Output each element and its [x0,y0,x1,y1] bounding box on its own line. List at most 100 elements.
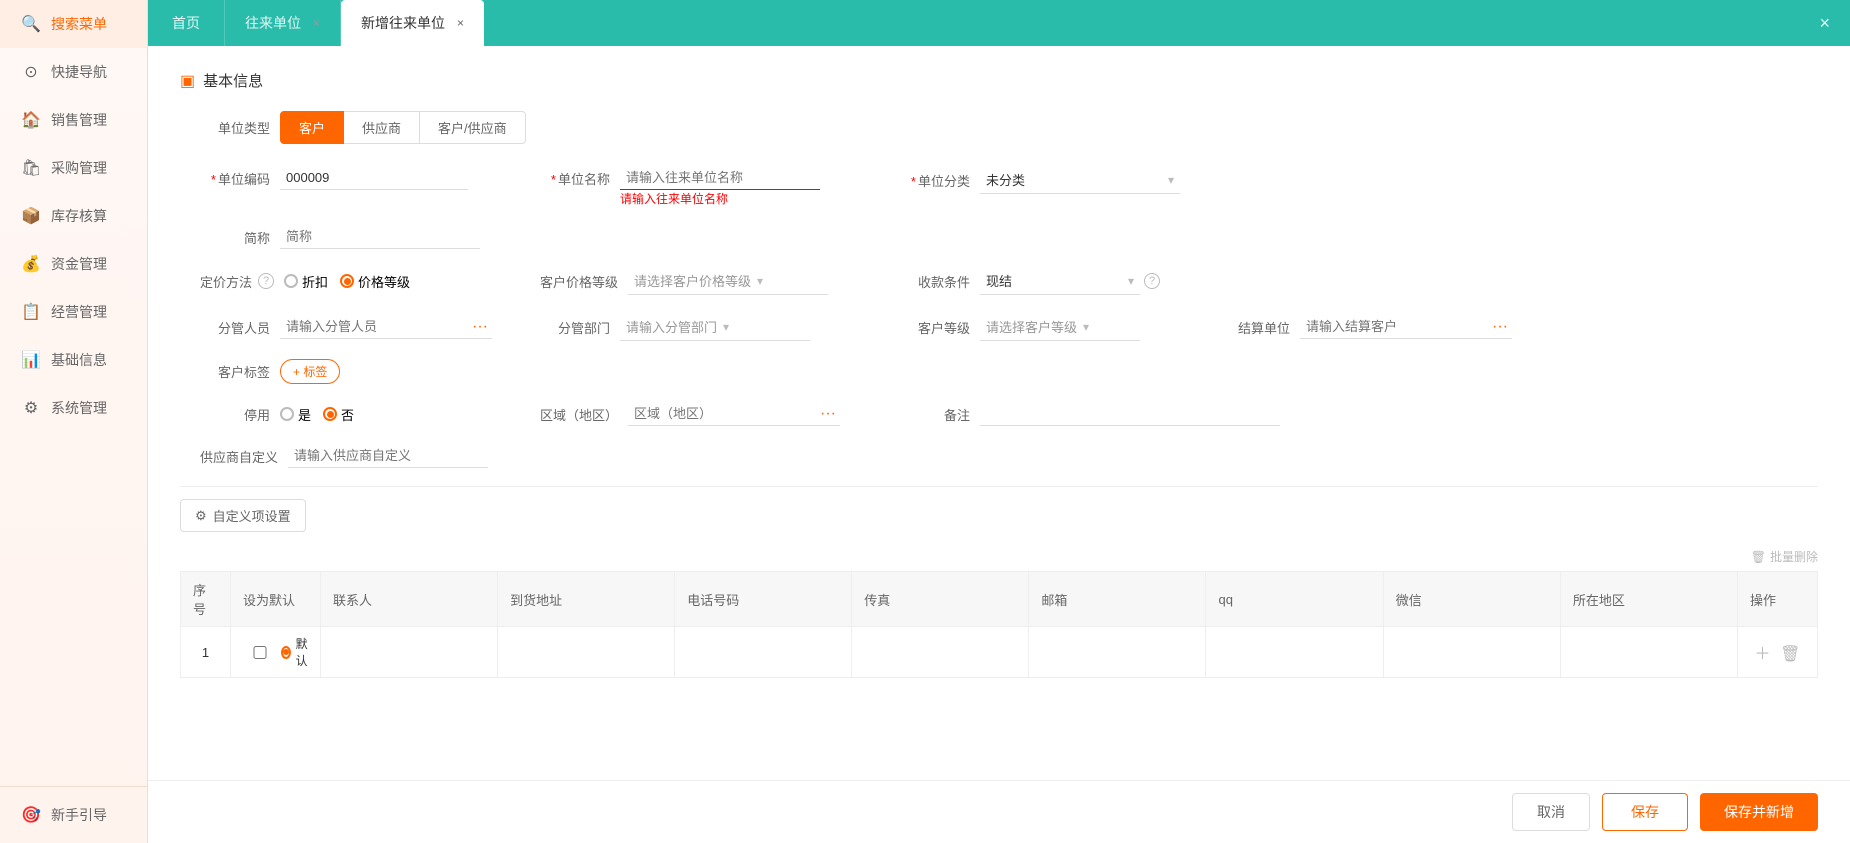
type-btn-supplier[interactable]: 供应商 [344,111,420,144]
col-region: 所在地区 [1560,572,1737,627]
row-num-1: 1 [181,627,231,678]
sidebar-label-system: 系统管理 [51,398,107,418]
row-fax-1 [852,627,1029,678]
radio-dot-level [344,278,351,285]
row-email-1 [1029,627,1206,678]
window-close-button[interactable]: × [1811,9,1838,38]
customer-level-select[interactable]: 请选择客户等级 ▾ [980,313,1140,341]
qq-input-1[interactable] [1218,645,1370,660]
save-button[interactable]: 保存 [1602,793,1688,831]
settlement-input[interactable] [1300,315,1488,338]
sidebar-item-sales[interactable]: 🏠 销售管理 [0,96,147,144]
price-level-field: 客户价格等级 请选择客户价格等级 ▾ [540,267,860,295]
row-address-1 [498,627,675,678]
remark-input[interactable] [980,402,1280,426]
finance-icon: 💰 [21,254,41,274]
tab-new-party[interactable]: 新增往来单位 × [341,0,484,46]
settlement-ellipsis[interactable]: ··· [1488,318,1512,336]
payment-terms-label: 收款条件 [900,272,980,291]
manager-input[interactable] [280,315,468,338]
tab-party-close[interactable]: × [313,16,320,30]
sidebar-item-basic-info[interactable]: 📊 基础信息 [0,336,147,384]
disabled-radio-dot-no [327,411,334,418]
radio-outer-level [340,274,354,288]
sidebar-label-inventory: 库存核算 [51,206,107,226]
pricing-radio-level[interactable]: 价格等级 [340,272,410,291]
sidebar-item-finance[interactable]: 💰 资金管理 [0,240,147,288]
row-wechat-1 [1383,627,1560,678]
unit-name-input[interactable] [620,166,820,190]
sidebar-item-purchase[interactable]: 🛍 采购管理 [0,144,147,192]
search-icon: 🔍 [21,14,41,34]
sales-icon: 🏠 [21,110,41,130]
manager-input-wrap: ··· [280,315,492,339]
dept-label: 分管部门 [540,318,620,337]
payment-help-icon[interactable]: ? [1144,273,1160,289]
disabled-region-row: 停用 是 否 区域（地区） [200,402,1818,426]
dept-placeholder: 请输入分管部门 [626,317,717,336]
sidebar-item-quick-nav[interactable]: ⊙ 快捷导航 [0,48,147,96]
region-ellipsis[interactable]: ··· [816,405,840,423]
manager-ellipsis[interactable]: ··· [468,318,492,336]
pricing-radio-discount[interactable]: 折扣 [284,272,328,291]
custom-settings-button[interactable]: ⚙ 自定义项设置 [180,499,306,532]
unit-code-label: *单位编码 [200,169,280,188]
sidebar-label-operations: 经营管理 [51,302,107,322]
cancel-button[interactable]: 取消 [1512,793,1590,831]
pricing-row: 定价方法 ? 折扣 价格等级 [200,267,1818,295]
row-delete-btn-1[interactable]: 🗑 [1780,646,1800,663]
disabled-radio-yes[interactable]: 是 [280,405,311,424]
price-level-arrow: ▾ [757,274,763,288]
type-btn-both[interactable]: 客户/供应商 [420,111,526,144]
customer-level-label: 客户等级 [900,318,980,337]
manager-label: 分管人员 [200,318,280,337]
sidebar-item-search[interactable]: 🔍 搜索菜单 [0,0,147,48]
abbr-input[interactable] [280,225,480,249]
row-checkbox-1[interactable] [243,646,277,659]
content-area: ▣ 基本信息 单位类型 客户 供应商 客户/供应商 *单位编码 [148,46,1850,780]
supplier-custom-input[interactable] [288,444,488,468]
supplier-custom-label: 供应商自定义 [200,447,288,466]
region-field: 区域（地区） ··· [540,402,860,426]
region-input-1[interactable] [1573,645,1725,660]
unit-category-value: 未分类 [986,170,1162,189]
email-input-1[interactable] [1041,645,1193,660]
disabled-label: 停用 [200,405,280,424]
pricing-help-icon[interactable]: ? [258,273,274,289]
payment-terms-select[interactable]: 现结 ▾ [980,267,1140,295]
customer-level-placeholder: 请选择客户等级 [986,317,1077,336]
sidebar-item-operations[interactable]: 📋 经营管理 [0,288,147,336]
save-and-new-button[interactable]: 保存并新增 [1700,793,1818,831]
abbr-row: 简称 [200,225,1818,249]
region-input[interactable] [628,402,816,425]
disabled-radio-no[interactable]: 否 [323,405,354,424]
price-level-select[interactable]: 请选择客户价格等级 ▾ [628,267,828,295]
row-default-label-1: 默认 [295,635,308,669]
unit-code-input[interactable] [280,166,468,190]
col-num: 序号 [181,572,231,627]
sidebar-item-guide[interactable]: 🎯 新手引导 [0,795,147,835]
tab-home[interactable]: 首页 [148,0,225,46]
remark-label: 备注 [900,405,980,424]
phone-input-1[interactable] [687,645,839,660]
customer-level-arrow: ▾ [1083,320,1089,334]
contact-input-1[interactable] [333,645,485,660]
operations-icon: 📋 [21,302,41,322]
dept-select[interactable]: 请输入分管部门 ▾ [620,313,810,341]
tab-party[interactable]: 往来单位 × [225,0,341,46]
region-label: 区域（地区） [540,405,628,424]
sidebar-label-quick-nav: 快捷导航 [51,62,107,82]
fax-input-1[interactable] [864,645,1016,660]
address-input-1[interactable] [510,645,662,660]
add-tag-button[interactable]: + 标签 [280,359,340,384]
wechat-input-1[interactable] [1396,645,1548,660]
row-add-btn-1[interactable]: ＋ [1755,646,1771,663]
tab-new-party-close[interactable]: × [457,16,464,30]
payment-terms-arrow: ▾ [1128,274,1134,288]
type-btn-customer[interactable]: 客户 [280,111,344,144]
settlement-label: 结算单位 [1220,318,1300,337]
sidebar-item-system[interactable]: ⚙ 系统管理 [0,384,147,432]
sidebar-item-inventory[interactable]: 📦 库存核算 [0,192,147,240]
unit-category-select[interactable]: 未分类 ▾ [980,166,1180,194]
row-default-radio-1[interactable] [281,646,291,659]
